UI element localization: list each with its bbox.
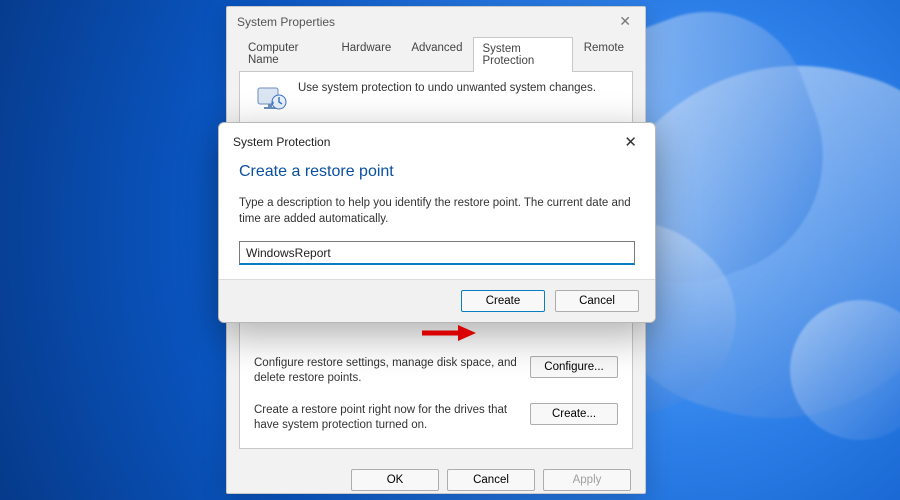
create-description: Create a restore point right now for the… xyxy=(254,403,518,434)
dialog-button-row: OK Cancel Apply xyxy=(227,459,645,493)
info-text: Use system protection to undo unwanted s… xyxy=(298,82,596,94)
close-icon[interactable]: ✕ xyxy=(615,13,635,30)
dialog-title: System Protection xyxy=(233,135,330,149)
restore-point-description-input[interactable] xyxy=(239,241,635,265)
system-protection-icon xyxy=(254,82,288,116)
cancel-button[interactable]: Cancel xyxy=(447,469,535,491)
tab-system-protection[interactable]: System Protection xyxy=(473,37,572,72)
apply-button[interactable]: Apply xyxy=(543,469,631,491)
tab-hardware[interactable]: Hardware xyxy=(332,36,400,71)
desktop-background: System Properties ✕ Computer Name Hardwa… xyxy=(0,0,900,500)
close-icon[interactable]: ✕ xyxy=(618,131,643,153)
configure-button[interactable]: Configure... xyxy=(530,356,618,378)
cancel-button[interactable]: Cancel xyxy=(555,290,639,312)
configure-description: Configure restore settings, manage disk … xyxy=(254,356,518,387)
dialog-footer: Create Cancel xyxy=(219,279,655,322)
create-button[interactable]: Create xyxy=(461,290,545,312)
tab-strip: Computer Name Hardware Advanced System P… xyxy=(227,36,645,71)
ok-button[interactable]: OK xyxy=(351,469,439,491)
dialog-titlebar[interactable]: System Protection ✕ xyxy=(219,123,655,157)
titlebar[interactable]: System Properties ✕ xyxy=(227,7,645,36)
tab-computer-name[interactable]: Computer Name xyxy=(239,36,330,71)
dialog-instructions: Type a description to help you identify … xyxy=(239,195,635,227)
create-restore-point-button[interactable]: Create... xyxy=(530,403,618,425)
create-restore-point-dialog: System Protection ✕ Create a restore poi… xyxy=(218,122,656,323)
dialog-heading: Create a restore point xyxy=(239,163,635,181)
tab-advanced[interactable]: Advanced xyxy=(402,36,471,71)
window-title: System Properties xyxy=(237,15,335,29)
tab-remote[interactable]: Remote xyxy=(575,36,633,71)
